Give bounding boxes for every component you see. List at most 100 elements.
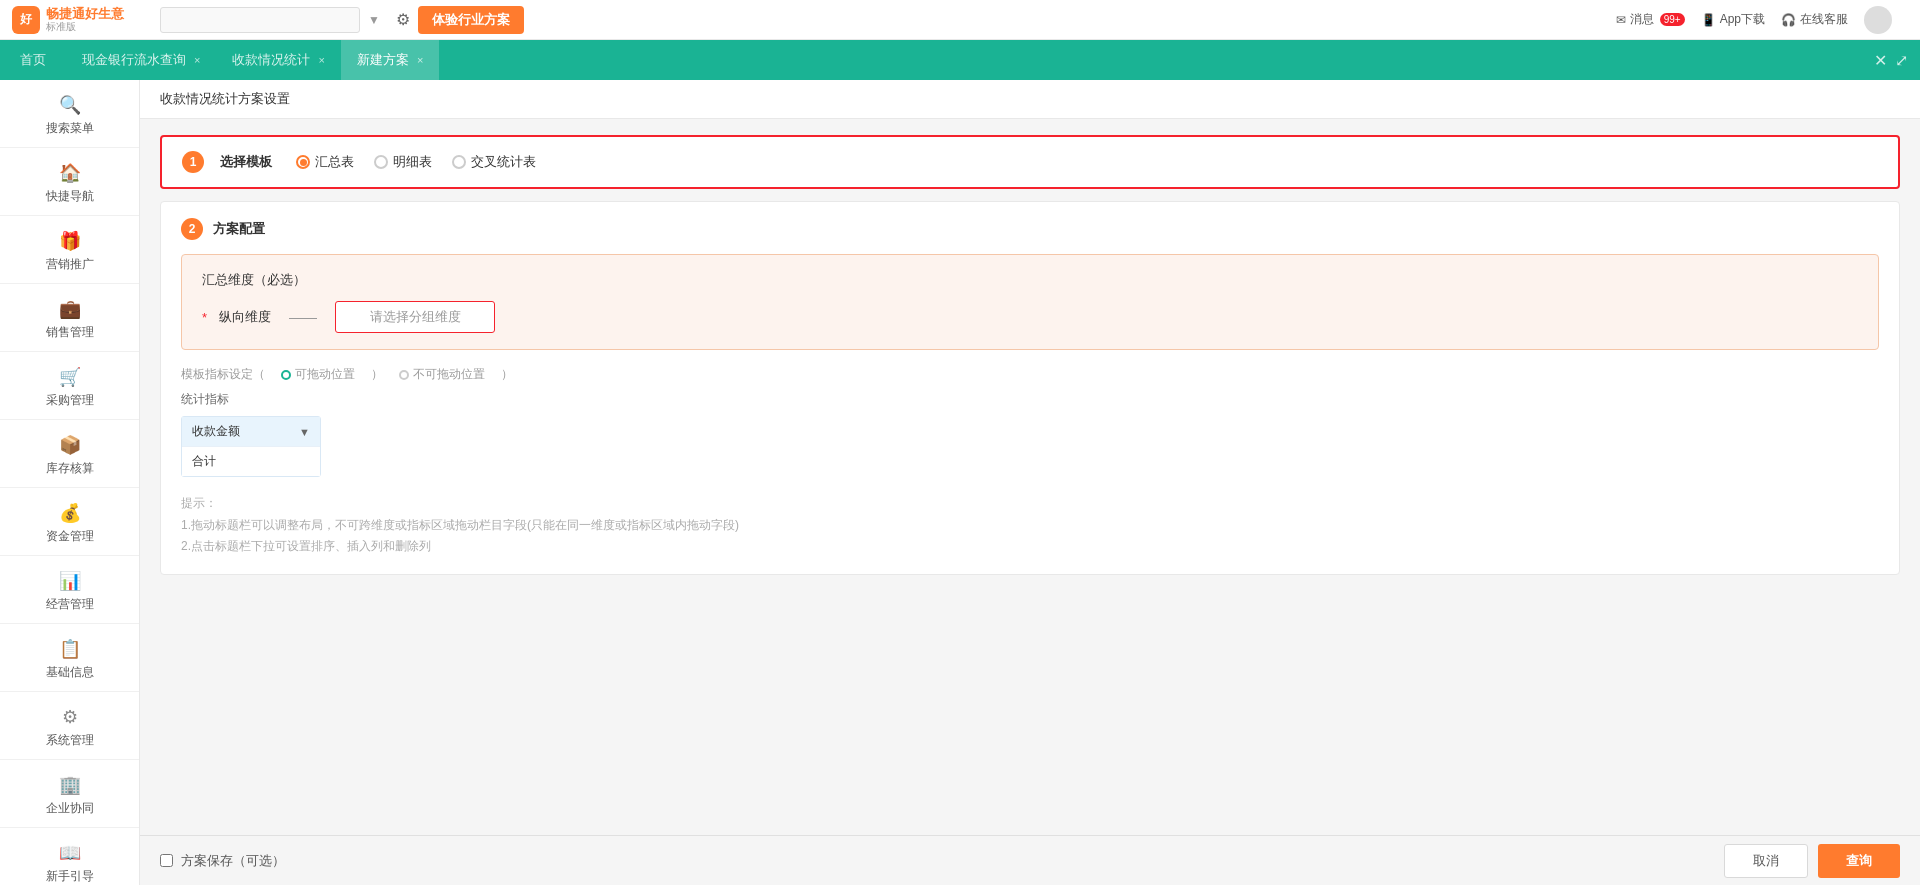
gear-icon[interactable]: ⚙ [396, 10, 410, 29]
save-label: 方案保存（可选） [181, 852, 285, 870]
dimension-arrow: —— [289, 309, 317, 325]
tab-new-plan-close[interactable]: × [417, 54, 423, 66]
tab-receipts[interactable]: 收款情况统计 × [216, 40, 340, 80]
template-radio-group: 汇总表 明细表 交叉统计表 [296, 153, 536, 171]
metrics-header: 模板指标设定（ 可拖动位置 ） 不可拖动位置 ） [181, 366, 1879, 383]
radio-cross[interactable]: 交叉统计表 [452, 153, 536, 171]
sidebar-item-system[interactable]: ⚙ 系统管理 [0, 692, 139, 760]
sidebar-item-management-label: 经营管理 [46, 596, 94, 613]
metrics-table-header[interactable]: 收款金额 ▼ [182, 417, 320, 446]
radio-summary[interactable]: 汇总表 [296, 153, 354, 171]
avatar[interactable] [1864, 6, 1892, 34]
sidebar-item-guide[interactable]: 📖 新手引导 [0, 828, 139, 885]
sidebar-item-inventory[interactable]: 📦 库存核算 [0, 420, 139, 488]
tab-cashflow-close[interactable]: × [194, 54, 200, 66]
logo-text: 畅捷通好生意 [46, 6, 124, 22]
sidebar-item-marketing-label: 营销推广 [46, 256, 94, 273]
sidebar-item-finance[interactable]: 💰 资金管理 [0, 488, 139, 556]
save-checkbox[interactable] [160, 854, 173, 867]
bottom-right: 取消 查询 [1724, 844, 1900, 878]
tip-1: 1.拖动标题栏可以调整布局，不可跨维度或指标区域拖动栏目字段(只能在同一维度或指… [181, 515, 1879, 537]
dimension-row: * 纵向维度 —— 请选择分组维度 [202, 301, 1858, 333]
sidebar-item-search-label: 搜索菜单 [46, 120, 94, 137]
nav-tabs: 首页 现金银行流水查询 × 收款情况统计 × 新建方案 × ✕ ⤢ [0, 40, 1920, 80]
service-label: 在线客服 [1800, 11, 1848, 28]
download-btn[interactable]: 📱 App下载 [1701, 11, 1765, 28]
tab-cashflow[interactable]: 现金银行流水查询 × [66, 40, 216, 80]
logo: 好 畅捷通好生意 标准版 [12, 6, 152, 34]
message-icon: ✉ [1616, 13, 1626, 27]
radio-cross-circle [452, 155, 466, 169]
step1-label: 选择模板 [220, 153, 272, 171]
dimension-block: 汇总维度（必选） * 纵向维度 —— 请选择分组维度 [181, 254, 1879, 350]
service-btn[interactable]: 🎧 在线客服 [1781, 11, 1848, 28]
sidebar-item-purchase[interactable]: 🛒 采购管理 [0, 352, 139, 420]
basic-icon: 📋 [59, 638, 81, 660]
message-btn[interactable]: ✉ 消息 99+ [1616, 11, 1685, 28]
tab-new-plan[interactable]: 新建方案 × [341, 40, 439, 80]
finance-icon: 💰 [59, 502, 81, 524]
sidebar-item-basic[interactable]: 📋 基础信息 [0, 624, 139, 692]
collab-icon: 🏢 [59, 774, 81, 796]
sidebar-item-purchase-label: 采购管理 [46, 392, 94, 409]
non-draggable-label: 不可拖动位置 [413, 366, 485, 383]
sidebar-item-sales[interactable]: 💼 销售管理 [0, 284, 139, 352]
logo-icon: 好 [12, 6, 40, 34]
metrics-table-row: 合计 [182, 446, 320, 476]
tab-home[interactable]: 首页 [0, 40, 66, 80]
sidebar-item-basic-label: 基础信息 [46, 664, 94, 681]
page-header: 收款情况统计方案设置 [140, 80, 1920, 119]
search-icon: 🔍 [59, 94, 81, 116]
message-label: 消息 [1630, 11, 1654, 28]
marketing-icon: 🎁 [59, 230, 81, 252]
non-drag-dot-icon [399, 370, 409, 380]
tips-section: 提示： 1.拖动标题栏可以调整布局，不可跨维度或指标区域拖动栏目字段(只能在同一… [181, 493, 1879, 558]
content-area: 收款情况统计方案设置 1 选择模板 汇总表 明细表 [140, 80, 1920, 885]
radio-detail-label: 明细表 [393, 153, 432, 171]
trial-button[interactable]: 体验行业方案 [418, 6, 524, 34]
dropdown-arrow-icon[interactable]: ▼ [368, 13, 380, 27]
query-button[interactable]: 查询 [1818, 844, 1900, 878]
page-body: 1 选择模板 汇总表 明细表 交叉统计表 [140, 119, 1920, 835]
cancel-button[interactable]: 取消 [1724, 844, 1808, 878]
sidebar-item-marketing[interactable]: 🎁 营销推广 [0, 216, 139, 284]
draggable-indicator: 可拖动位置 [281, 366, 355, 383]
sidebar-item-search[interactable]: 🔍 搜索菜单 [0, 80, 139, 148]
page-title: 收款情况统计方案设置 [160, 91, 290, 106]
maximize-window-icon[interactable]: ⤢ [1895, 51, 1908, 70]
sidebar-item-sales-label: 销售管理 [46, 324, 94, 341]
sidebar-item-inventory-label: 库存核算 [46, 460, 94, 477]
sidebar-item-system-label: 系统管理 [46, 732, 94, 749]
search-input[interactable] [160, 7, 360, 33]
sidebar-item-nav[interactable]: 🏠 快捷导航 [0, 148, 139, 216]
tab-receipts-label: 收款情况统计 [232, 51, 310, 69]
tab-cashflow-label: 现金银行流水查询 [82, 51, 186, 69]
logo-tag: 标准版 [46, 21, 124, 33]
guide-icon: 📖 [59, 842, 81, 864]
window-buttons: ✕ ⤢ [1874, 51, 1920, 70]
sidebar-item-management[interactable]: 📊 经营管理 [0, 556, 139, 624]
tab-receipts-close[interactable]: × [318, 54, 324, 66]
dimension-select-button[interactable]: 请选择分组维度 [335, 301, 495, 333]
bottom-bar: 方案保存（可选） 取消 查询 [140, 835, 1920, 885]
dimension-row-label: 纵向维度 [219, 308, 271, 326]
non-draggable-indicator: 不可拖动位置 [399, 366, 485, 383]
required-star: * [202, 310, 207, 325]
sidebar-item-guide-label: 新手引导 [46, 868, 94, 885]
metrics-col-dropdown-icon[interactable]: ▼ [299, 426, 310, 438]
step2-label: 方案配置 [213, 220, 265, 238]
topbar: 好 畅捷通好生意 标准版 ▼ ⚙ 体验行业方案 ✉ 消息 99+ 📱 App下载… [0, 0, 1920, 40]
radio-detail[interactable]: 明细表 [374, 153, 432, 171]
close-window-icon[interactable]: ✕ [1874, 51, 1887, 70]
metrics-header-end: ） [501, 366, 513, 383]
main-layout: 🔍 搜索菜单 🏠 快捷导航 🎁 营销推广 💼 销售管理 🛒 采购管理 📦 库存核… [0, 80, 1920, 885]
step1-badge: 1 [182, 151, 204, 173]
service-icon: 🎧 [1781, 13, 1796, 27]
tip-2: 2.点击标题栏下拉可设置排序、插入列和删除列 [181, 536, 1879, 558]
download-label: App下载 [1720, 11, 1765, 28]
draggable-label: 可拖动位置 [295, 366, 355, 383]
sidebar-item-collab[interactable]: 🏢 企业协同 [0, 760, 139, 828]
radio-summary-label: 汇总表 [315, 153, 354, 171]
purchase-icon: 🛒 [59, 366, 81, 388]
sidebar-item-collab-label: 企业协同 [46, 800, 94, 817]
